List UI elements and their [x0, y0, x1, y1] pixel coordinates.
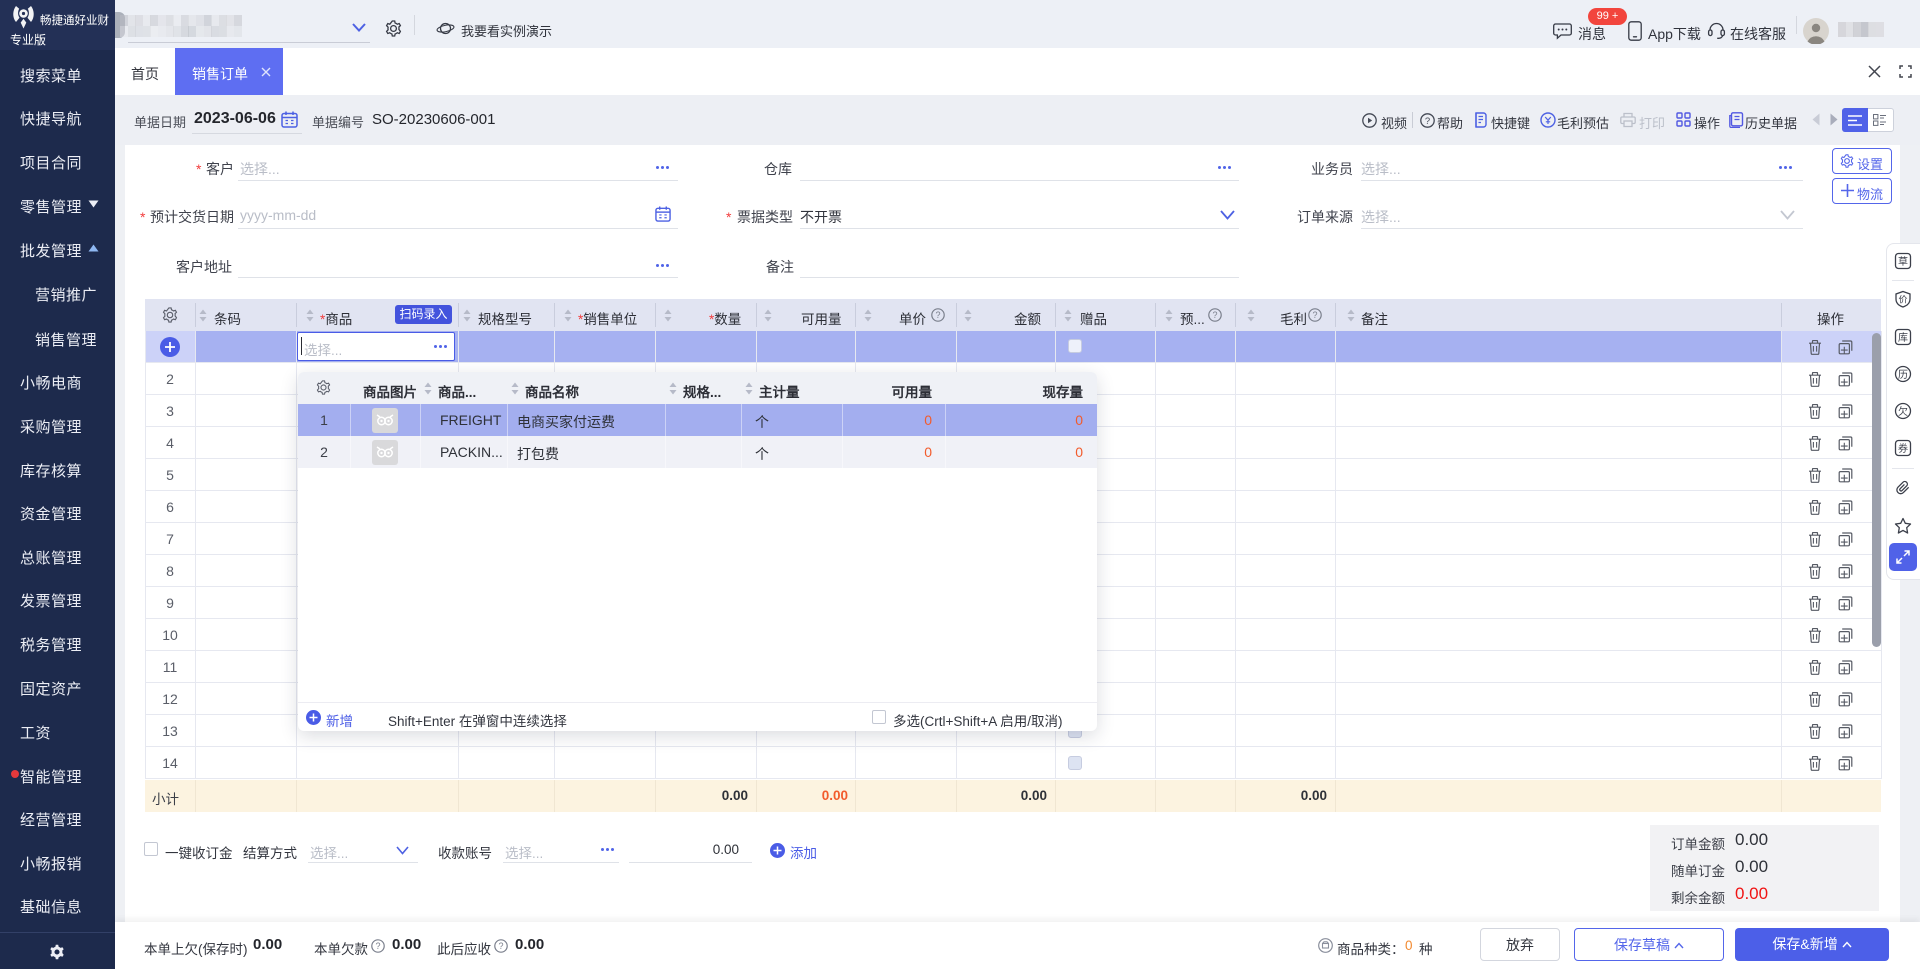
svg-text:历: 历 — [1898, 369, 1908, 381]
svg-text:?: ? — [1312, 310, 1317, 320]
svg-text:库: 库 — [1898, 331, 1908, 344]
svg-text:草: 草 — [1898, 256, 1908, 268]
svg-text:券: 券 — [1898, 442, 1908, 455]
svg-text:?: ? — [375, 941, 380, 951]
svg-text:?: ? — [1212, 310, 1217, 320]
svg-text:价: 价 — [1898, 295, 1907, 305]
svg-text:?: ? — [1425, 116, 1430, 127]
svg-text:?: ? — [935, 310, 940, 320]
svg-text:?: ? — [498, 941, 503, 951]
svg-text:欠: 欠 — [1898, 405, 1908, 418]
